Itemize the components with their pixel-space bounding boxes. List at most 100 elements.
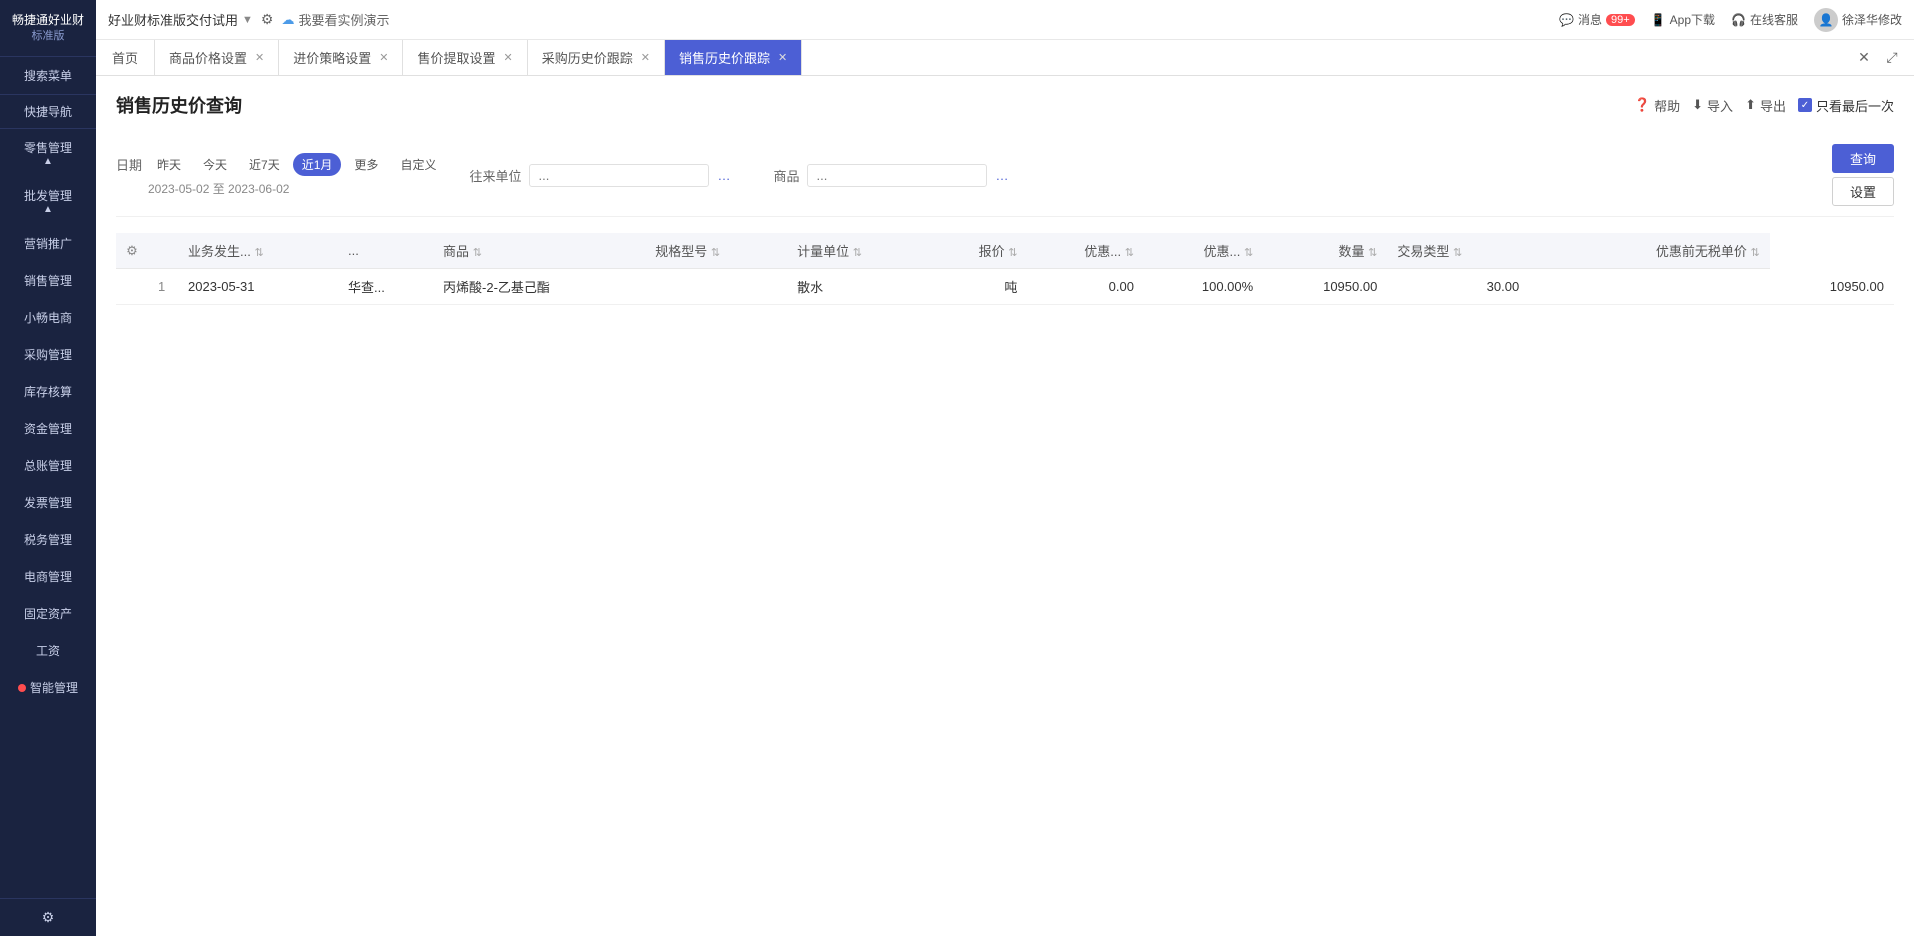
col-discount-pct[interactable]: 优惠... ⇅ <box>1027 233 1144 269</box>
sidebar-item-inventory[interactable]: 库存核算 <box>0 373 96 410</box>
col-trade-type[interactable]: 交易类型 ⇅ <box>1387 233 1529 269</box>
sidebar-item-finance[interactable]: 资金管理 <box>0 410 96 447</box>
product-more-btn[interactable]: … <box>995 168 1008 183</box>
tab-purchase-strategy[interactable]: 进价策略设置 ✕ <box>279 40 403 76</box>
only-last-checkbox[interactable] <box>1798 98 1812 112</box>
col-unit[interactable]: 计量单位 ⇅ <box>787 233 929 269</box>
col-pretax-price[interactable]: 优惠前无税单价 ⇅ <box>1563 233 1770 269</box>
sidebar-item-invoice[interactable]: 发票管理 <box>0 484 96 521</box>
tab-sale-extract-close[interactable]: ✕ <box>504 51 513 64</box>
sort-discount-val-icon[interactable]: ⇅ <box>1244 247 1253 259</box>
messages-btn[interactable]: 💬 消息 99+ <box>1559 11 1635 28</box>
sidebar: 畅捷通好业财 标准版 搜索菜单 快捷导航 零售管理 ▲ 批发管理 ▲ 营销推广 … <box>0 0 96 936</box>
date-btn-more[interactable]: 更多 <box>345 153 387 176</box>
query-button[interactable]: 查询 <box>1832 144 1894 173</box>
app-download-btn[interactable]: 📱 App下载 <box>1651 11 1715 28</box>
dropdown-arrow-icon[interactable]: ▼ <box>242 14 253 26</box>
tab-price-settings-close[interactable]: ✕ <box>255 51 264 64</box>
sidebar-item-xiaochangec[interactable]: 小畅电商 <box>0 299 96 336</box>
date-btn-yesterday[interactable]: 昨天 <box>148 153 190 176</box>
sidebar-quicknav[interactable]: 快捷导航 <box>0 95 96 129</box>
col-spec[interactable]: 规格型号 ⇅ <box>645 233 787 269</box>
unit-more-btn[interactable]: … <box>717 168 730 183</box>
sidebar-item-sales[interactable]: 销售管理 <box>0 262 96 299</box>
tab-purchase-strategy-close[interactable]: ✕ <box>379 51 388 64</box>
avatar: 👤 <box>1814 8 1838 32</box>
sidebar-item-retail[interactable]: 零售管理 ▲ <box>0 129 96 177</box>
tab-price-settings[interactable]: 商品价格设置 ✕ <box>155 40 279 76</box>
sort-product-icon[interactable]: ⇅ <box>473 247 482 259</box>
user-menu-btn[interactable]: 👤 徐泽华修改 <box>1814 8 1902 32</box>
sort-spec-icon[interactable]: ⇅ <box>711 247 720 259</box>
col-discount-val[interactable]: 优惠... ⇅ <box>1144 233 1263 269</box>
date-btn-1month[interactable]: 近1月 <box>293 153 342 176</box>
row-date: 2023-05-31 <box>178 269 338 305</box>
main-area: 好业财标准版交付试用 ▼ ⚙ ☁ 我要看实例演示 💬 消息 99+ 📱 App下… <box>96 0 1914 936</box>
sidebar-item-wholesale[interactable]: 批发管理 ▲ <box>0 177 96 225</box>
table-row[interactable]: 1 2023-05-31 华查... 丙烯酸-2-乙基己酯 散水 吨 0.00 … <box>116 269 1894 305</box>
import-icon: ⬇ <box>1692 97 1703 113</box>
sidebar-item-payroll[interactable]: 工资 <box>0 632 96 669</box>
product-filter-input[interactable] <box>807 164 987 187</box>
topbar-settings-icon[interactable]: ⚙ <box>261 11 274 28</box>
tabbar: 首页 商品价格设置 ✕ 进价策略设置 ✕ 售价提取设置 ✕ 采购历史价跟踪 ✕ … <box>96 40 1914 76</box>
sort-trade-type-icon[interactable]: ⇅ <box>1453 247 1462 259</box>
filter-settings-button[interactable]: 设置 <box>1832 177 1894 206</box>
date-btn-today[interactable]: 今天 <box>194 153 236 176</box>
online-service-btn[interactable]: 🎧 在线客服 <box>1731 11 1798 28</box>
sidebar-item-ledger[interactable]: 总账管理 <box>0 447 96 484</box>
wholesale-arrow: ▲ <box>43 204 53 215</box>
filter-date-group: 日期 昨天 今天 近7天 近1月 更多 自定义 2023-05-02 至 202… <box>116 153 445 197</box>
tab-sale-history-close[interactable]: ✕ <box>778 51 787 64</box>
only-last-checkbox-label[interactable]: 只看最后一次 <box>1798 96 1894 115</box>
tab-close-all-btn[interactable]: ✕ <box>1850 44 1878 72</box>
export-link[interactable]: ⬆ 导出 <box>1745 96 1786 115</box>
tab-sale-extract[interactable]: 售价提取设置 ✕ <box>403 40 527 76</box>
unit-filter-input[interactable] <box>529 164 709 187</box>
date-btn-custom[interactable]: 自定义 <box>391 153 445 176</box>
sort-price-icon[interactable]: ⇅ <box>1008 247 1017 259</box>
page-actions: ❓ 帮助 ⬇ 导入 ⬆ 导出 只看最后一次 <box>1634 96 1894 115</box>
app-title: 好业财标准版交付试用 <box>108 10 238 29</box>
sort-quantity-icon[interactable]: ⇅ <box>1368 247 1377 259</box>
tab-sale-history[interactable]: 销售历史价跟踪 ✕ <box>665 40 802 76</box>
tab-expand-btn[interactable]: ⤢ <box>1878 44 1906 72</box>
sidebar-item-marketing[interactable]: 营销推广 <box>0 225 96 262</box>
sidebar-item-tax[interactable]: 税务管理 <box>0 521 96 558</box>
sidebar-settings-btn[interactable]: ⚙ <box>0 899 96 936</box>
headset-icon: 🎧 <box>1731 13 1746 27</box>
col-date[interactable]: 业务发生... ⇅ <box>178 233 338 269</box>
col-more[interactable]: ... <box>338 233 433 269</box>
import-link[interactable]: ⬇ 导入 <box>1692 96 1733 115</box>
sort-unit-icon[interactable]: ⇅ <box>853 247 862 259</box>
col-product[interactable]: 商品 ⇅ <box>433 233 645 269</box>
sort-pretax-icon[interactable]: ⇅ <box>1751 247 1760 259</box>
filter-bar: 日期 昨天 今天 近7天 近1月 更多 自定义 2023-05-02 至 202… <box>116 134 1894 217</box>
help-link[interactable]: ❓ 帮助 <box>1634 96 1680 115</box>
tab-home[interactable]: 首页 <box>96 40 155 76</box>
date-btn-7days[interactable]: 近7天 <box>240 153 289 176</box>
col-price[interactable]: 报价 ⇅ <box>929 233 1027 269</box>
sidebar-search[interactable]: 搜索菜单 <box>0 57 96 95</box>
col-settings[interactable]: ⚙ <box>116 233 148 269</box>
sort-date-icon[interactable]: ⇅ <box>254 247 263 259</box>
topbar-app-selector[interactable]: 好业财标准版交付试用 ▼ <box>108 10 253 29</box>
row-more: 华查... <box>338 269 433 305</box>
col-quantity[interactable]: 数量 ⇅ <box>1263 233 1387 269</box>
sidebar-item-smart[interactable]: 智能管理 <box>0 669 96 706</box>
sidebar-item-purchase[interactable]: 采购管理 <box>0 336 96 373</box>
sidebar-item-ecommerce[interactable]: 电商管理 <box>0 558 96 595</box>
sort-discount-pct-icon[interactable]: ⇅ <box>1125 247 1134 259</box>
row-settings[interactable] <box>116 269 148 305</box>
tab-purchase-history-close[interactable]: ✕ <box>641 51 650 64</box>
sidebar-item-assets[interactable]: 固定资产 <box>0 595 96 632</box>
topbar-demo-link[interactable]: ☁ 我要看实例演示 <box>281 10 389 29</box>
retail-arrow: ▲ <box>43 156 53 167</box>
tabbar-actions: ✕ ⤢ <box>1850 44 1914 72</box>
tab-purchase-history[interactable]: 采购历史价跟踪 ✕ <box>528 40 665 76</box>
data-table-container: ⚙ 业务发生... ⇅ ... 商品 ⇅ <box>116 233 1894 305</box>
row-product: 丙烯酸-2-乙基己酯 <box>433 269 645 305</box>
row-discount-pct: 100.00% <box>1144 269 1263 305</box>
row-spacer <box>1563 269 1770 305</box>
row-price: 0.00 <box>1027 269 1144 305</box>
